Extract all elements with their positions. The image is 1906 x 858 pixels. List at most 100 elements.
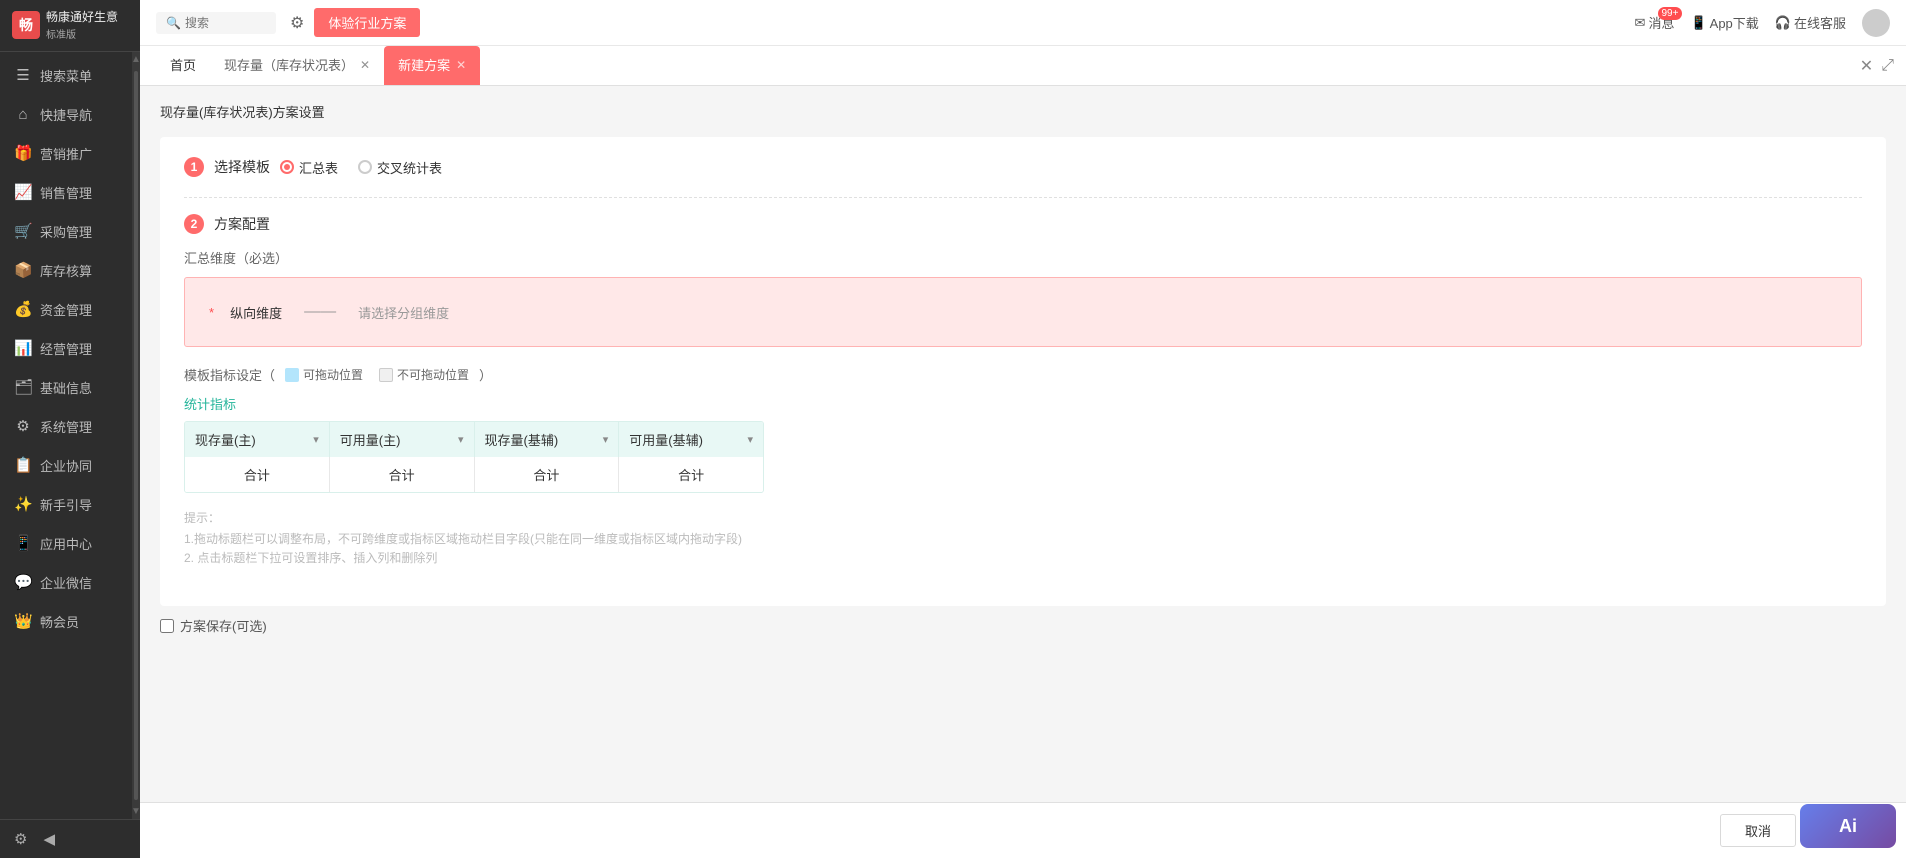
tab-new-scheme[interactable]: 新建方案 ✕ (384, 46, 480, 85)
col-chevron-3[interactable]: ▾ (747, 433, 753, 446)
topbar-right: ✉ 消息 99+ 📱 App下载 🎧 在线客服 (1635, 9, 1890, 37)
search-icon: 🔍 (166, 16, 181, 30)
logo-icon: 畅 (12, 11, 40, 39)
tab-inventory-label: 现存量（库存状况表） (224, 55, 354, 74)
step1-header: 1 选择模板 汇总表 交叉统计表 (184, 157, 1862, 177)
sidebar-item-member[interactable]: 👑 畅会员 (0, 602, 132, 641)
radio-summary-circle (280, 160, 294, 174)
stats-label: 统计指标 (184, 394, 1862, 413)
dimension-section: 汇总维度（必选） * 纵向维度 —— 请选择分组维度 (184, 248, 1862, 347)
tab-home-label: 首页 (170, 55, 196, 74)
scroll-thumb[interactable] (134, 71, 138, 800)
save-checkbox[interactable] (160, 619, 174, 633)
col-current-main[interactable]: 现存量(主) ▾ (185, 422, 330, 457)
messages-button[interactable]: ✉ 消息 99+ (1635, 13, 1675, 32)
dimension-label: 汇总维度（必选） (184, 248, 1862, 267)
legend-draggable: 可拖动位置 (285, 366, 363, 383)
sidebar-item-label: 销售管理 (40, 183, 92, 202)
sidebar-item-search-menu[interactable]: ☰ 搜索菜单 (0, 56, 132, 95)
sparkle-icon: ✨ (14, 495, 32, 513)
sidebar-item-finance[interactable]: 💰 资金管理 (0, 290, 132, 329)
sidebar-scrollbar[interactable]: ▲ ▼ (132, 52, 140, 819)
cell-agg-0: 合计 (185, 457, 330, 492)
sidebar-item-purchase[interactable]: 🛒 采购管理 (0, 212, 132, 251)
dimension-placeholder[interactable]: 请选择分组维度 (358, 303, 449, 322)
indicator-label: 模板指标设定（ 可拖动位置 不可拖动位置 ） (184, 365, 1862, 384)
gear-icon[interactable]: ⚙ (290, 13, 304, 33)
col-current-aux[interactable]: 现存量(基辅) ▾ (475, 422, 620, 457)
scroll-up-btn[interactable]: ▲ (129, 52, 140, 67)
cell-agg-1: 合计 (330, 457, 475, 492)
logo-text: 畅康通好生意 标准版 (46, 10, 118, 41)
gear-icon: ⚙ (14, 417, 32, 435)
tab-inventory-status[interactable]: 现存量（库存状况表） ✕ (210, 46, 384, 85)
cell-agg-3: 合计 (619, 457, 763, 492)
sidebar-item-inventory[interactable]: 📦 库存核算 (0, 251, 132, 290)
col-available-aux[interactable]: 可用量(基辅) ▾ (619, 422, 763, 457)
footer: 取消 查询 (140, 802, 1906, 858)
sidebar-item-sales[interactable]: 📈 销售管理 (0, 173, 132, 212)
close-window-icon[interactable]: ✕ (1860, 56, 1873, 76)
expand-window-icon[interactable]: ⤢ (1881, 57, 1894, 75)
sidebar-item-label: 新手引导 (40, 495, 92, 514)
sidebar-item-basic-info[interactable]: 🗂 基础信息 (0, 368, 132, 407)
app-logo: 畅 畅康通好生意 标准版 (0, 0, 140, 52)
col-chevron-2[interactable]: ▾ (603, 433, 609, 446)
stats-table: 现存量(主) ▾ 可用量(主) ▾ 现存量(基辅) ▾ (184, 421, 764, 493)
sidebar-item-operations[interactable]: 📊 经营管理 (0, 329, 132, 368)
col-chevron-0[interactable]: ▾ (313, 433, 319, 446)
dimension-box: * 纵向维度 —— 请选择分组维度 (184, 277, 1862, 347)
sidebar-item-label: 系统管理 (40, 417, 92, 436)
radio-cross[interactable]: 交叉统计表 (358, 158, 442, 177)
tab-home[interactable]: 首页 (156, 46, 210, 85)
app-download-button[interactable]: 📱 App下载 (1690, 13, 1758, 32)
stats-table-header: 现存量(主) ▾ 可用量(主) ▾ 现存量(基辅) ▾ (185, 422, 763, 457)
sidebar-item-marketing[interactable]: 🎁 营销推广 (0, 134, 132, 173)
col-available-main[interactable]: 可用量(主) ▾ (330, 422, 475, 457)
window-buttons: ✕ ⤢ (1848, 46, 1906, 85)
step1-title: 选择模板 (214, 157, 270, 177)
sidebar-bottom: ⚙ ◀ (0, 819, 140, 858)
online-service-button[interactable]: 🎧 在线客服 (1775, 13, 1846, 32)
sidebar-item-label: 快捷导航 (40, 105, 92, 124)
page-content: 现存量(库存状况表)方案设置 1 选择模板 汇总表 交叉统计表 (140, 86, 1906, 802)
sidebar-item-label: 采购管理 (40, 222, 92, 241)
sidebar-item-app-center[interactable]: 📱 应用中心 (0, 524, 132, 563)
topbar: 🔍 ⚙ 体验行业方案 ✉ 消息 99+ 📱 App下载 🎧 在线客服 (140, 0, 1906, 46)
sidebar-item-new-guide[interactable]: ✨ 新手引导 (0, 485, 132, 524)
sidebar-item-label: 经营管理 (40, 339, 92, 358)
stats-table-body: 合计 合计 合计 合计 (185, 457, 763, 492)
radio-cross-circle (358, 160, 372, 174)
sidebar-item-wechat[interactable]: 💬 企业微信 (0, 563, 132, 602)
main-area: 🔍 ⚙ 体验行业方案 ✉ 消息 99+ 📱 App下载 🎧 在线客服 首 (140, 0, 1906, 858)
radio-summary[interactable]: 汇总表 (280, 158, 338, 177)
user-avatar[interactable] (1862, 9, 1890, 37)
save-option: 方案保存(可选) (160, 616, 1886, 635)
sidebar: 畅 畅康通好生意 标准版 ☰ 搜索菜单 ⌂ 快捷导航 🎁 营销推广 📈 销售管理 (0, 0, 140, 858)
tab-close-new-scheme[interactable]: ✕ (456, 58, 466, 72)
search-input[interactable] (185, 16, 265, 30)
scroll-down-btn[interactable]: ▼ (129, 804, 140, 819)
trial-button[interactable]: 体验行业方案 (314, 8, 420, 37)
step1-section: 1 选择模板 汇总表 交叉统计表 (184, 157, 1862, 177)
clipboard-icon: 📋 (14, 456, 32, 474)
tab-close-inventory[interactable]: ✕ (360, 58, 370, 72)
col-chevron-1[interactable]: ▾ (458, 433, 464, 446)
cancel-button[interactable]: 取消 (1720, 814, 1796, 847)
home-icon: ⌂ (14, 106, 32, 123)
cell-agg-2: 合计 (475, 457, 620, 492)
menu-icon: ☰ (14, 66, 32, 84)
search-box[interactable]: 🔍 (156, 12, 276, 34)
radio-summary-label: 汇总表 (299, 158, 338, 177)
fixed-box (379, 368, 393, 382)
sidebar-item-quick-nav[interactable]: ⌂ 快捷导航 (0, 95, 132, 134)
settings-card: 1 选择模板 汇总表 交叉统计表 (160, 137, 1886, 606)
settings-icon[interactable]: ⚙ (14, 830, 27, 848)
ai-badge[interactable]: Ai (1800, 804, 1896, 848)
stats-icon: 📊 (14, 339, 32, 357)
sidebar-item-enterprise[interactable]: 📋 企业协同 (0, 446, 132, 485)
help-icon[interactable]: ◀ (43, 830, 55, 848)
message-icon: ✉ (1635, 15, 1646, 31)
sidebar-item-system[interactable]: ⚙ 系统管理 (0, 407, 132, 446)
sidebar-item-label: 搜索菜单 (40, 66, 92, 85)
